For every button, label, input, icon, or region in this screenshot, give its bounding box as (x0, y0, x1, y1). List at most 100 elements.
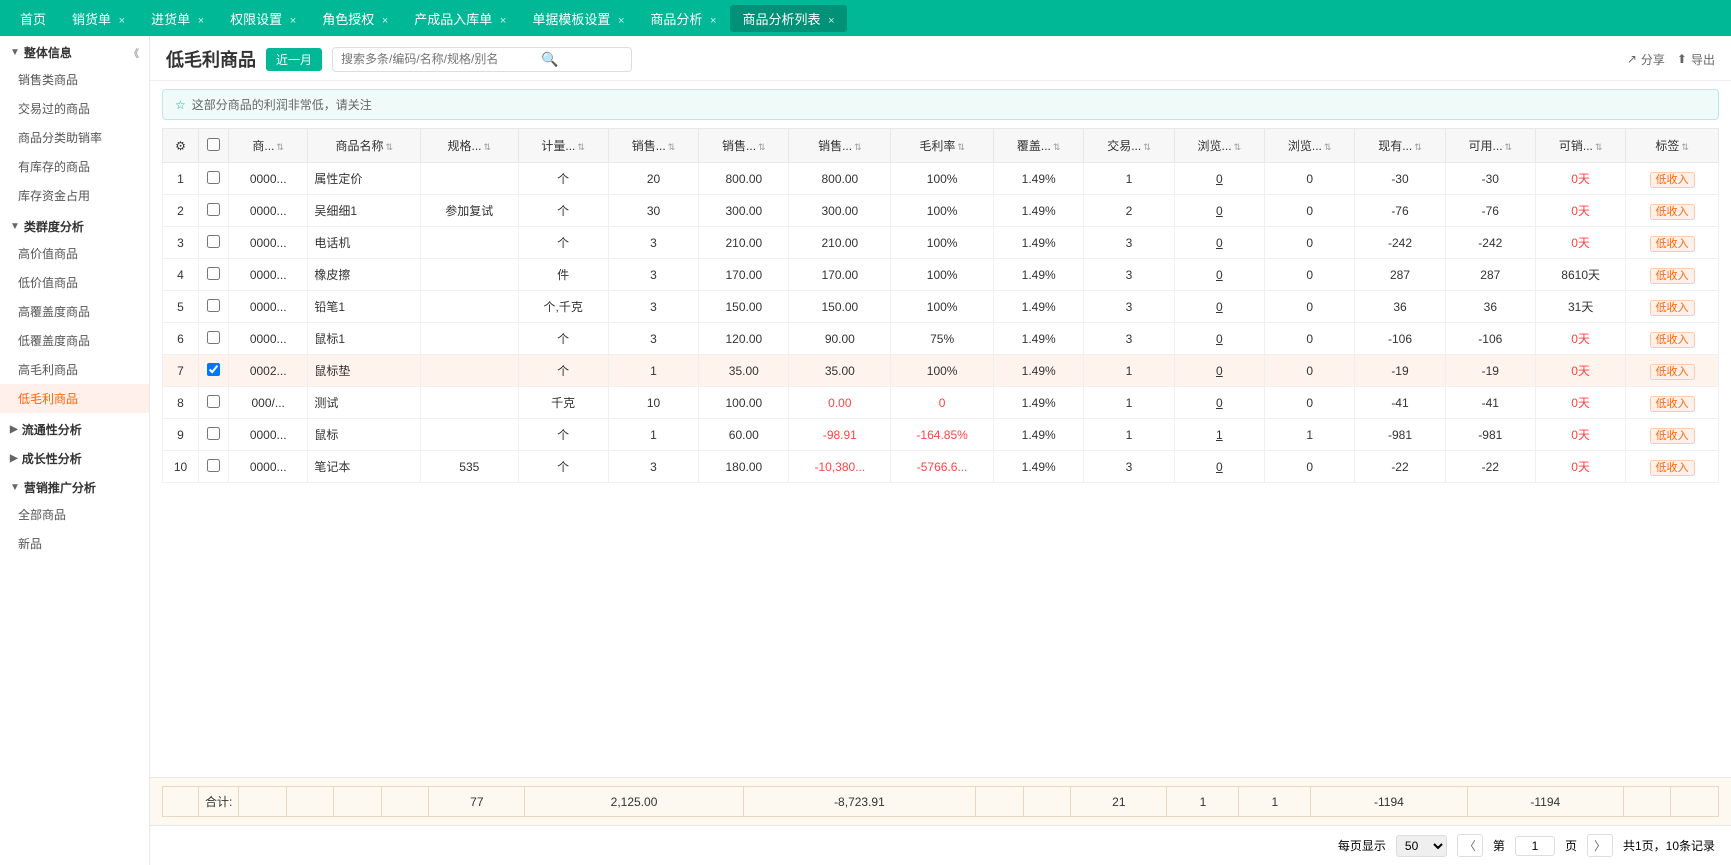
sidebar-group-growth[interactable]: ▶ 成长性分析 (0, 442, 149, 471)
row-checkbox-cell[interactable] (199, 227, 229, 259)
col-tag[interactable]: 标签⇅ (1626, 129, 1719, 163)
sidebar-item-low-margin[interactable]: 低毛利商品 (0, 384, 149, 413)
col-name[interactable]: 商品名称⇅ (308, 129, 421, 163)
row-checkbox[interactable] (207, 267, 220, 280)
sidebar-item-new-goods[interactable]: 新品 (0, 529, 149, 558)
close-icon[interactable]: × (198, 15, 204, 27)
row-checkbox[interactable] (207, 299, 220, 312)
nav-product-analysis-list[interactable]: 商品分析列表 × (730, 5, 846, 32)
search-input[interactable] (341, 52, 541, 66)
row-checkbox-cell[interactable] (199, 419, 229, 451)
nav-product-inbound[interactable]: 产成品入库单 × (402, 5, 518, 32)
nav-roles[interactable]: 角色授权 × (310, 5, 400, 32)
close-icon[interactable]: × (119, 15, 125, 27)
row-views1[interactable]: 0 (1174, 227, 1264, 259)
nav-permissions[interactable]: 权限设置 × (218, 5, 308, 32)
select-all-checkbox[interactable] (207, 138, 220, 151)
col-coverage[interactable]: 覆盖...⇅ (994, 129, 1084, 163)
row-name[interactable]: 橡皮擦 (308, 259, 421, 291)
sidebar-item-category-assist[interactable]: 商品分类助销率 (0, 123, 149, 152)
row-checkbox[interactable] (207, 459, 220, 472)
nav-home[interactable]: 首页 (8, 5, 58, 32)
col-saleable-days[interactable]: 可销...⇅ (1535, 129, 1625, 163)
row-name[interactable]: 测试 (308, 387, 421, 419)
sidebar-item-high-margin[interactable]: 高毛利商品 (0, 355, 149, 384)
col-sale-price[interactable]: 销售...⇅ (699, 129, 789, 163)
filter-recent-month-button[interactable]: 近一月 (266, 48, 322, 71)
sidebar-group-cluster[interactable]: ▼ 类群度分析 (0, 210, 149, 239)
row-checkbox-cell[interactable] (199, 451, 229, 483)
col-checkbox[interactable] (199, 129, 229, 163)
row-checkbox[interactable] (207, 203, 220, 216)
next-page-button[interactable]: 〉 (1587, 834, 1613, 857)
close-icon[interactable]: × (828, 15, 834, 27)
row-checkbox-cell[interactable] (199, 387, 229, 419)
col-spec[interactable]: 规格...⇅ (421, 129, 518, 163)
sidebar-item-high-coverage[interactable]: 高覆盖度商品 (0, 297, 149, 326)
row-name[interactable]: 电话机 (308, 227, 421, 259)
row-checkbox[interactable] (207, 363, 220, 376)
sidebar-item-sales-goods[interactable]: 销售类商品 (0, 65, 149, 94)
col-views2[interactable]: 浏览...⇅ (1265, 129, 1355, 163)
col-code[interactable]: 商...⇅ (229, 129, 308, 163)
row-name[interactable]: 鼠标1 (308, 323, 421, 355)
sidebar-group-marketing[interactable]: ▼ 营销推广分析 (0, 471, 149, 500)
row-views1[interactable]: 0 (1174, 355, 1264, 387)
nav-template-settings[interactable]: 单据模板设置 × (520, 5, 636, 32)
row-name[interactable]: 鼠标垫 (308, 355, 421, 387)
prev-page-button[interactable]: 〈 (1457, 834, 1483, 857)
sidebar-item-stocked-goods[interactable]: 有库存的商品 (0, 152, 149, 181)
row-checkbox[interactable] (207, 235, 220, 248)
nav-sales-order[interactable]: 销货单 × (60, 5, 137, 32)
per-page-select[interactable]: 50 100 200 (1396, 835, 1447, 857)
col-available-stock[interactable]: 可用...⇅ (1445, 129, 1535, 163)
close-icon[interactable]: × (382, 15, 388, 27)
close-icon[interactable]: × (500, 15, 506, 27)
sidebar-item-high-value[interactable]: 高价值商品 (0, 239, 149, 268)
row-views1[interactable]: 0 (1174, 163, 1264, 195)
sidebar-item-low-coverage[interactable]: 低覆盖度商品 (0, 326, 149, 355)
row-checkbox-cell[interactable] (199, 323, 229, 355)
close-icon[interactable]: × (290, 15, 296, 27)
row-checkbox[interactable] (207, 427, 220, 440)
row-name[interactable]: 笔记本 (308, 451, 421, 483)
row-views1[interactable]: 0 (1174, 451, 1264, 483)
row-name[interactable]: 鼠标 (308, 419, 421, 451)
row-views1[interactable]: 0 (1174, 387, 1264, 419)
row-views1[interactable]: 1 (1174, 419, 1264, 451)
col-transactions[interactable]: 交易...⇅ (1084, 129, 1174, 163)
sidebar-item-stock-capital[interactable]: 库存资金占用 (0, 181, 149, 210)
export-button[interactable]: ⬆ 导出 (1677, 51, 1715, 68)
sidebar-group-overall[interactable]: ▼ 整体信息 《 (0, 36, 149, 65)
row-checkbox[interactable] (207, 171, 220, 184)
nav-purchase-order[interactable]: 进货单 × (139, 5, 216, 32)
row-views1[interactable]: 0 (1174, 259, 1264, 291)
row-checkbox-cell[interactable] (199, 259, 229, 291)
row-checkbox[interactable] (207, 331, 220, 344)
collapse-icon[interactable]: 《 (129, 45, 139, 60)
row-checkbox-cell[interactable] (199, 291, 229, 323)
row-views1[interactable]: 0 (1174, 291, 1264, 323)
col-current-stock[interactable]: 现有...⇅ (1355, 129, 1445, 163)
sidebar-item-all-goods[interactable]: 全部商品 (0, 500, 149, 529)
col-sale-qty[interactable]: 销售...⇅ (608, 129, 698, 163)
row-name[interactable]: 属性定价 (308, 163, 421, 195)
row-views1[interactable]: 0 (1174, 195, 1264, 227)
close-icon[interactable]: × (618, 15, 624, 27)
sidebar-item-traded-goods[interactable]: 交易过的商品 (0, 94, 149, 123)
row-views1[interactable]: 0 (1174, 323, 1264, 355)
sidebar-group-flow[interactable]: ▶ 流通性分析 (0, 413, 149, 442)
col-unit[interactable]: 计量...⇅ (518, 129, 608, 163)
nav-product-analysis[interactable]: 商品分析 × (638, 5, 728, 32)
row-checkbox-cell[interactable] (199, 195, 229, 227)
row-name[interactable]: 吴细细1 (308, 195, 421, 227)
col-sale-profit[interactable]: 销售...⇅ (789, 129, 891, 163)
row-name[interactable]: 铅笔1 (308, 291, 421, 323)
share-button[interactable]: ↗ 分享 (1627, 51, 1665, 68)
row-checkbox-cell[interactable] (199, 163, 229, 195)
col-gross-margin[interactable]: 毛利率⇅ (891, 129, 994, 163)
close-icon[interactable]: × (710, 15, 716, 27)
sidebar-item-low-value[interactable]: 低价值商品 (0, 268, 149, 297)
row-checkbox[interactable] (207, 395, 220, 408)
page-number-input[interactable] (1515, 836, 1555, 856)
